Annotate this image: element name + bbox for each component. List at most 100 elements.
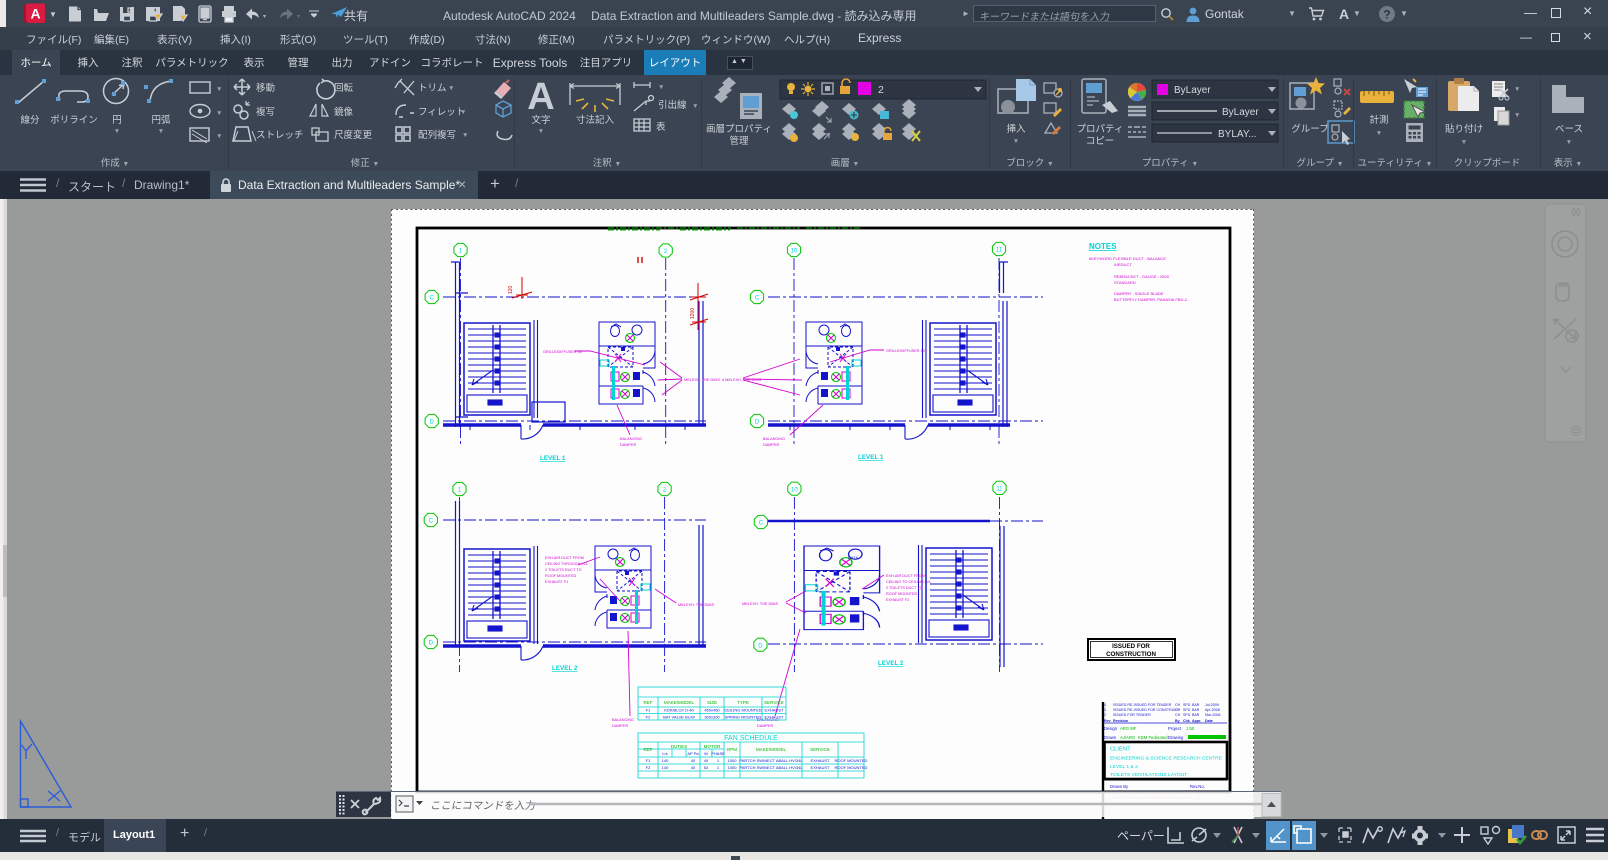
svg-text:ByLayer: ByLayer — [1222, 107, 1259, 118]
svg-text:F1: F1 — [646, 708, 651, 713]
svg-text:120: 120 — [508, 285, 514, 294]
svg-text:CEILING TO CEILING LVL: CEILING TO CEILING LVL — [886, 580, 931, 584]
svg-text:Jul-2009: Jul-2009 — [1205, 703, 1219, 707]
svg-text:PHASE: PHASE — [711, 751, 725, 756]
svg-text:▼: ▼ — [658, 84, 664, 91]
svg-text:SPRING MOUNTED: SPRING MOUNTED — [725, 715, 762, 720]
svg-text:F2: F2 — [646, 715, 651, 720]
svg-text:BYLAY...: BYLAY... — [1218, 129, 1257, 140]
svg-text:2 TOILETS DUCT TO: 2 TOILETS DUCT TO — [545, 568, 582, 572]
svg-text:1000: 1000 — [728, 765, 738, 770]
svg-text:D: D — [758, 643, 763, 649]
svg-text:F2: F2 — [646, 765, 651, 770]
svg-text:鏡像: 鏡像 — [334, 106, 354, 118]
svg-text:フィレット: フィレット — [418, 107, 465, 118]
svg-text:ここにコマンドを入力: ここにコマンドを入力 — [429, 799, 536, 812]
svg-text:KDK/BLCK D-40: KDK/BLCK D-40 — [664, 708, 694, 713]
svg-text:C: C — [759, 521, 764, 527]
svg-text:▼: ▼ — [158, 128, 164, 135]
svg-text:BAR: BAR — [1192, 703, 1200, 707]
svg-text:Appr.: Appr. — [1192, 719, 1201, 723]
svg-text:450x450: 450x450 — [704, 708, 720, 713]
svg-text:▼: ▼ — [462, 132, 468, 139]
svg-text:▼: ▼ — [216, 86, 222, 93]
svg-text:複写: 複写 — [256, 106, 275, 118]
svg-text:▼: ▼ — [460, 109, 466, 116]
svg-text:CH: CH — [1175, 703, 1181, 707]
svg-text:▼: ▼ — [216, 133, 222, 140]
svg-text:▼: ▼ — [448, 85, 454, 92]
svg-text:EXH.AIR DUCT FROM: EXH.AIR DUCT FROM — [545, 556, 584, 560]
svg-text:▼: ▼ — [692, 103, 698, 110]
svg-text:GRILLE/DIFFUSER 50: GRILLE/DIFFUSER 50 — [886, 349, 925, 353]
svg-text:140: 140 — [662, 765, 669, 770]
svg-text:LEVEL 2: LEVEL 2 — [878, 660, 904, 667]
svg-text:STANDARD: STANDARD — [1114, 280, 1136, 285]
svg-text:C: C — [430, 296, 435, 302]
svg-text:DAMPER - SINGLE BLADE: DAMPER - SINGLE BLADE — [1114, 291, 1164, 296]
svg-text:ベース: ベース — [1555, 124, 1583, 135]
svg-text:尺度変更: 尺度変更 — [334, 129, 373, 141]
svg-text:1200: 1200 — [690, 308, 696, 319]
svg-text:LEVEL 2: LEVEL 2 — [552, 665, 578, 672]
svg-text:DAMPER: DAMPER — [612, 724, 629, 728]
svg-text:ストレッチ: ストレッチ — [256, 130, 304, 141]
svg-text:ARG MF: ARG MF — [1120, 726, 1137, 731]
svg-text:ISSUED RE-ISSUED FOR TENDER: ISSUED RE-ISSUED FOR TENDER — [1113, 703, 1172, 707]
svg-text:ByLayer: ByLayer — [1174, 85, 1211, 96]
svg-text:PARTCH SWINECT ABALL HV/34L: PARTCH SWINECT ABALL HV/34L — [739, 765, 803, 770]
svg-text:EXHAUST F1: EXHAUST F1 — [545, 580, 568, 584]
svg-text:BAR: BAR — [1192, 713, 1200, 717]
svg-text:▼: ▼ — [538, 128, 544, 135]
svg-text:CH: CH — [1175, 713, 1181, 717]
svg-text:40: 40 — [691, 765, 696, 770]
svg-text:CH: CH — [1175, 708, 1181, 712]
svg-text:Project: Project — [1168, 726, 1182, 731]
svg-text:C: C — [755, 296, 760, 302]
svg-text:140: 140 — [662, 758, 669, 763]
svg-text:円弧: 円弧 — [151, 114, 171, 126]
svg-text:3: 3 — [1104, 708, 1106, 712]
svg-text:Drawn By: Drawn By — [1110, 784, 1129, 789]
svg-text:LEVEL 1 & 2: LEVEL 1 & 2 — [1110, 764, 1138, 770]
svg-text:10: 10 — [791, 487, 798, 493]
svg-text:L/s: L/s — [662, 751, 667, 756]
svg-text:Apr-2008: Apr-2008 — [1205, 708, 1220, 712]
svg-text:Rev.No.: Rev.No. — [1190, 784, 1205, 789]
svg-text:Drawn: Drawn — [1104, 735, 1117, 740]
svg-text:PARTCH SWINECT ABALL HV/34L: PARTCH SWINECT ABALL HV/34L — [739, 758, 803, 763]
svg-text:ROOF MOUNTED: ROOF MOUNTED — [835, 765, 868, 770]
svg-text:2 TOILETS DUCT TO: 2 TOILETS DUCT TO — [886, 586, 923, 590]
svg-text:コピー: コピー — [1086, 136, 1115, 147]
svg-text:ISSUED RE-ISSUED FOR CONSTRUCT: ISSUED RE-ISSUED FOR CONSTRUCT — [1113, 708, 1180, 712]
svg-text:40: 40 — [704, 758, 709, 763]
svg-text:?: ? — [1383, 8, 1390, 22]
svg-text:▼: ▼ — [1376, 130, 1382, 137]
svg-text:▼: ▼ — [1514, 86, 1520, 93]
svg-text:CONSTRUCTION: CONSTRUCTION — [1106, 651, 1156, 658]
svg-text:63: 63 — [704, 765, 709, 770]
svg-text:Drawing: Drawing — [1168, 735, 1184, 740]
svg-text:管理: 管理 — [729, 135, 749, 147]
svg-text:Chk: Chk — [1183, 719, 1190, 723]
svg-text:D: D — [755, 420, 760, 426]
svg-text:グループ: グループ — [1291, 123, 1329, 135]
svg-text:TOILETS VENTILATIONS LAYOUT: TOILETS VENTILATIONS LAYOUT — [1110, 772, 1187, 778]
svg-text:ROOF MOUNTED: ROOF MOUNTED — [886, 592, 917, 596]
svg-text:ENGINEERING & SCIENCE RESEARCH: ENGINEERING & SCIENCE RESEARCH CENTRE — [1110, 756, 1223, 762]
svg-text:ROOF MOUNTED: ROOF MOUNTED — [835, 758, 868, 763]
svg-text:C: C — [429, 519, 434, 525]
svg-text:F1: F1 — [646, 758, 651, 763]
svg-text:W: W — [704, 751, 708, 756]
svg-text:線分: 線分 — [20, 114, 40, 126]
svg-text:SFD: SFD — [1183, 713, 1191, 717]
svg-text:EXHAUST F2: EXHAUST F2 — [886, 598, 909, 602]
svg-text:1000: 1000 — [728, 758, 738, 763]
svg-text:文字: 文字 — [531, 114, 550, 126]
svg-text:RPM: RPM — [727, 747, 737, 752]
svg-text:Design: Design — [1104, 726, 1118, 731]
svg-text:計測: 計測 — [1369, 114, 1388, 126]
svg-text:4: 4 — [1104, 703, 1106, 707]
svg-text:挿入: 挿入 — [1006, 123, 1026, 135]
svg-text:寸法記入: 寸法記入 — [576, 114, 615, 126]
